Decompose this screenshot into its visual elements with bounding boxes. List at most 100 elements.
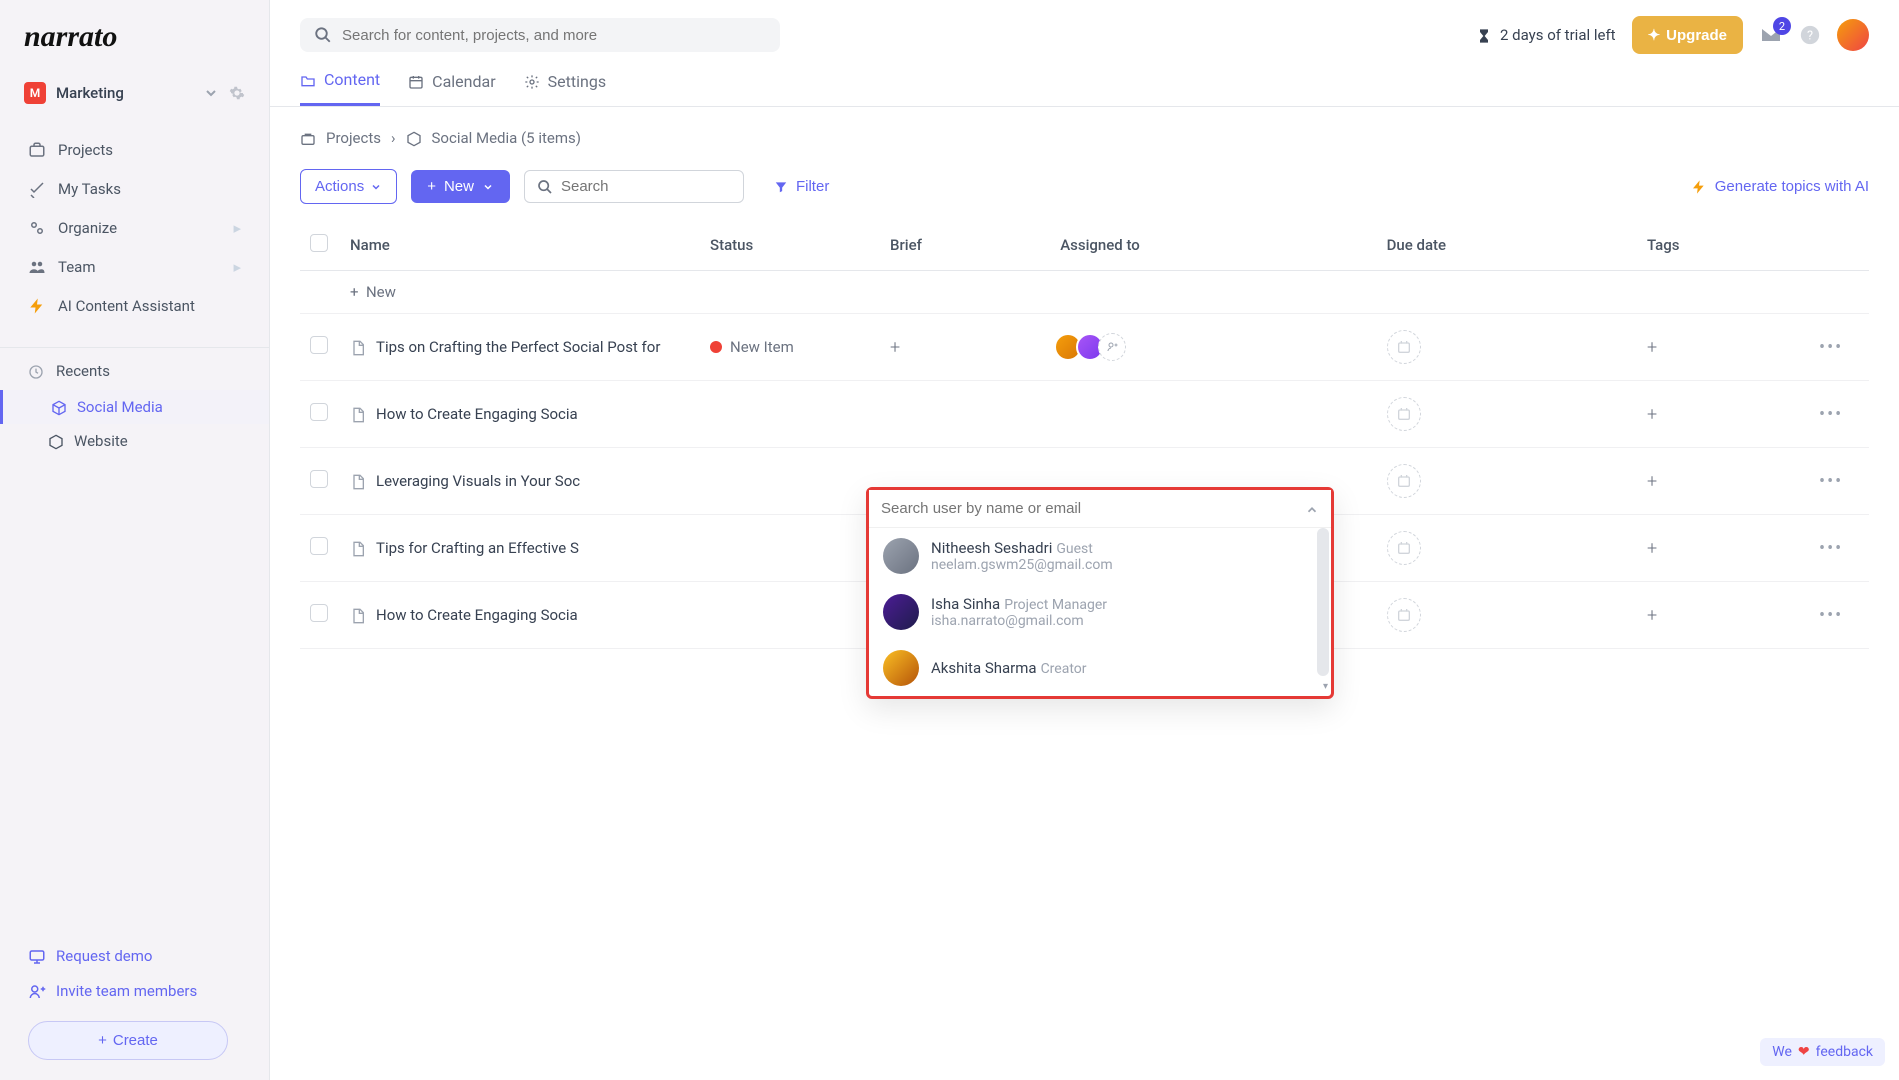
table-row[interactable]: How to Create Engaging Socia + ••• (300, 381, 1869, 448)
user-name: Isha Sinha (931, 595, 1000, 613)
row-checkbox[interactable] (310, 470, 328, 488)
local-search[interactable] (524, 170, 744, 203)
due-date-placeholder[interactable] (1387, 531, 1421, 565)
actions-button[interactable]: Actions (300, 169, 397, 204)
user-search-input[interactable] (869, 490, 1331, 528)
filter-label: Filter (796, 178, 829, 195)
chevron-down-icon[interactable] (203, 85, 219, 101)
upgrade-label: Upgrade (1666, 27, 1727, 44)
recents-label: Recents (56, 362, 110, 380)
due-date-placeholder[interactable] (1387, 598, 1421, 632)
nav-label: Projects (58, 141, 113, 159)
nav-team[interactable]: Team ▸ (0, 247, 269, 286)
nav-my-tasks[interactable]: My Tasks (0, 169, 269, 208)
invite-members-link[interactable]: Invite team members (24, 974, 245, 1009)
gear-icon (524, 72, 540, 91)
row-checkbox[interactable] (310, 403, 328, 421)
feedback-widget[interactable]: We ❤ feedback (1760, 1038, 1885, 1066)
add-brief-button[interactable]: + (890, 337, 900, 358)
row-checkbox[interactable] (310, 537, 328, 555)
create-button[interactable]: + Create (28, 1021, 228, 1060)
cube-icon (406, 129, 422, 147)
add-tag-button[interactable]: + (1647, 538, 1657, 559)
triangle-right-icon: ▸ (233, 258, 241, 276)
user-option[interactable]: Isha SinhaProject Managerisha.narrato@gm… (869, 584, 1331, 640)
table-row[interactable]: Tips on Crafting the Perfect Social Post… (300, 314, 1869, 381)
row-menu-button[interactable]: ••• (1819, 538, 1843, 559)
heart-icon: ❤ (1798, 1044, 1810, 1060)
row-menu-button[interactable]: ••• (1819, 605, 1843, 626)
due-date-placeholder[interactable] (1387, 330, 1421, 364)
user-option[interactable]: Akshita SharmaCreator (869, 640, 1331, 696)
row-name: How to Create Engaging Socia (376, 606, 578, 624)
row-menu-button[interactable]: ••• (1819, 471, 1843, 492)
check-icon (28, 179, 46, 198)
assign-user-popover: Nitheesh SeshadriGuestneelam.gswm25@gmai… (866, 487, 1334, 699)
local-search-input[interactable] (561, 178, 731, 195)
nav-label: AI Content Assistant (58, 297, 195, 315)
notifications-button[interactable]: 2 (1759, 23, 1783, 47)
row-checkbox[interactable] (310, 604, 328, 622)
due-date-placeholder[interactable] (1387, 464, 1421, 498)
workspace-selector[interactable]: M Marketing (0, 74, 269, 112)
select-all-checkbox[interactable] (310, 234, 328, 252)
add-tag-button[interactable]: + (1647, 337, 1657, 358)
status-dot-icon (710, 341, 722, 353)
cube-icon (48, 432, 64, 450)
user-avatar[interactable] (1837, 19, 1869, 51)
briefcase-icon (300, 129, 316, 147)
hourglass-icon (1476, 26, 1492, 44)
new-button[interactable]: + New (411, 170, 510, 203)
plus-icon: + (98, 1032, 107, 1049)
folder-icon (300, 70, 316, 89)
user-role: Creator (1041, 661, 1087, 677)
feedback-post: feedback (1816, 1044, 1873, 1060)
request-demo-link[interactable]: Request demo (24, 939, 245, 974)
nav-organize[interactable]: Organize ▸ (0, 208, 269, 247)
upgrade-button[interactable]: ✦ Upgrade (1632, 16, 1743, 54)
assigned-avatars[interactable] (1060, 333, 1366, 361)
briefcase-icon (28, 140, 46, 159)
help-button[interactable]: ? (1799, 24, 1821, 46)
global-search-input[interactable] (342, 27, 766, 44)
user-option[interactable]: Nitheesh SeshadriGuestneelam.gswm25@gmai… (869, 528, 1331, 584)
new-row-button[interactable]: + New (340, 271, 1869, 314)
document-icon (350, 472, 366, 490)
search-icon (537, 178, 553, 194)
feedback-pre: We (1772, 1044, 1792, 1060)
row-status[interactable]: New Item (710, 338, 870, 356)
generate-button[interactable]: Generate topics with AI (1691, 178, 1869, 195)
global-search[interactable] (300, 18, 780, 52)
actions-label: Actions (315, 178, 364, 195)
add-tag-button[interactable]: + (1647, 605, 1657, 626)
nav-projects[interactable]: Projects (0, 130, 269, 169)
create-label: Create (113, 1032, 158, 1049)
sidebar-footer: Request demo Invite team members + Creat… (0, 939, 269, 1060)
nav-ai-assistant[interactable]: AI Content Assistant (0, 286, 269, 325)
workspace-name: Marketing (56, 84, 193, 102)
breadcrumb-root[interactable]: Projects (326, 129, 381, 147)
search-icon (314, 26, 332, 44)
chevron-up-icon[interactable] (1305, 502, 1319, 518)
row-name: Leveraging Visuals in Your Soc (376, 472, 580, 490)
th-assigned: Assigned to (1050, 220, 1376, 271)
svg-text:?: ? (1807, 29, 1813, 44)
tab-content[interactable]: Content (300, 70, 380, 106)
tab-calendar[interactable]: Calendar (408, 70, 495, 106)
add-tag-button[interactable]: + (1647, 471, 1657, 492)
recent-social-media[interactable]: Social Media (0, 390, 269, 424)
row-menu-button[interactable]: ••• (1819, 337, 1843, 358)
row-name: How to Create Engaging Socia (376, 405, 578, 423)
filter-button[interactable]: Filter (774, 178, 829, 195)
bolt-icon (28, 296, 46, 315)
due-date-placeholder[interactable] (1387, 397, 1421, 431)
add-assignee-icon[interactable] (1098, 333, 1126, 361)
tab-settings[interactable]: Settings (524, 70, 606, 106)
row-checkbox[interactable] (310, 336, 328, 354)
user-email: isha.narrato@gmail.com (931, 613, 1107, 629)
scrollbar[interactable] (1317, 528, 1329, 676)
gear-icon[interactable] (229, 85, 245, 101)
add-tag-button[interactable]: + (1647, 404, 1657, 425)
recent-website[interactable]: Website (0, 424, 269, 458)
row-menu-button[interactable]: ••• (1819, 404, 1843, 425)
